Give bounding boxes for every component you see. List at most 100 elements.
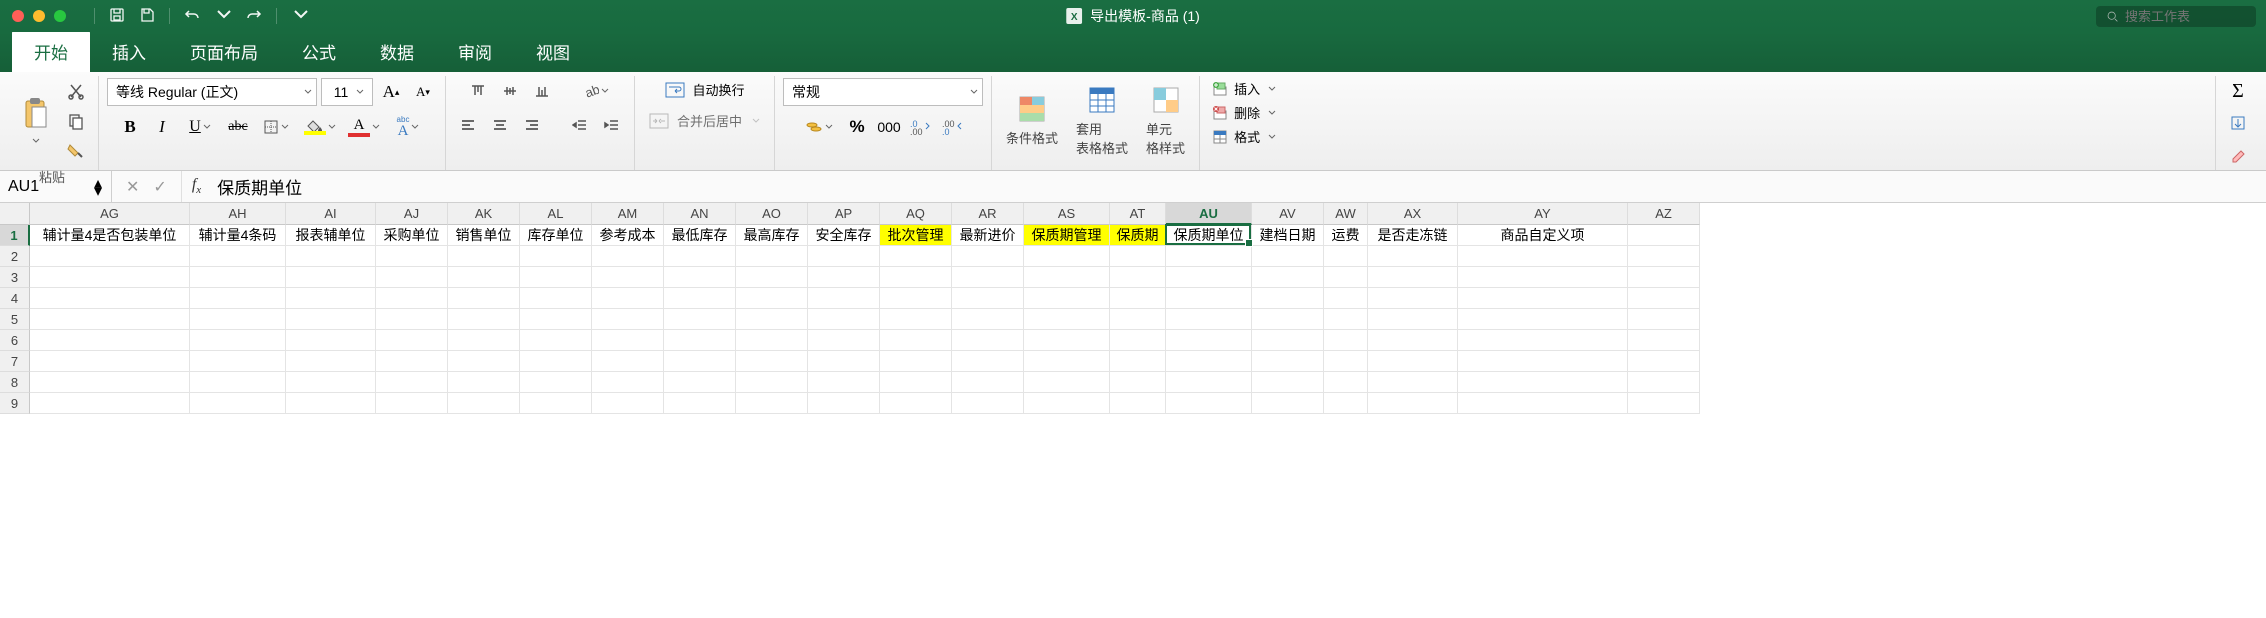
column-header-AW[interactable]: AW xyxy=(1324,203,1368,225)
column-header-AG[interactable]: AG xyxy=(30,203,190,225)
cell-AM6[interactable] xyxy=(592,330,664,351)
align-top-button[interactable] xyxy=(464,78,492,104)
cell-AL2[interactable] xyxy=(520,246,592,267)
autosave-icon[interactable] xyxy=(109,7,125,26)
column-header-AX[interactable]: AX xyxy=(1368,203,1458,225)
undo-icon[interactable] xyxy=(184,7,200,26)
cell-AT9[interactable] xyxy=(1110,393,1166,414)
cell-AP8[interactable] xyxy=(808,372,880,393)
cell-AG9[interactable] xyxy=(30,393,190,414)
row-header-5[interactable]: 5 xyxy=(0,309,30,330)
cell-AW7[interactable] xyxy=(1324,351,1368,372)
cell-AS2[interactable] xyxy=(1024,246,1110,267)
cell-AG1[interactable]: 辅计量4是否包装单位 xyxy=(30,225,190,246)
font-name-combo[interactable]: 等线 Regular (正文) xyxy=(107,78,317,106)
format-painter-button[interactable] xyxy=(62,138,90,164)
cell-AT2[interactable] xyxy=(1110,246,1166,267)
cell-AO4[interactable] xyxy=(736,288,808,309)
cell-AZ3[interactable] xyxy=(1628,267,1700,288)
cell-AR1[interactable]: 最新进价 xyxy=(952,225,1024,246)
cell-AH8[interactable] xyxy=(190,372,286,393)
cell-AN9[interactable] xyxy=(664,393,736,414)
cell-AT3[interactable] xyxy=(1110,267,1166,288)
cell-AV3[interactable] xyxy=(1252,267,1324,288)
font-color-button[interactable]: A xyxy=(344,114,384,140)
cell-AN6[interactable] xyxy=(664,330,736,351)
cell-AW8[interactable] xyxy=(1324,372,1368,393)
cell-AO1[interactable]: 最高库存 xyxy=(736,225,808,246)
qat-customize[interactable] xyxy=(291,7,309,26)
cell-AJ7[interactable] xyxy=(376,351,448,372)
cell-AX6[interactable] xyxy=(1368,330,1458,351)
cell-AZ6[interactable] xyxy=(1628,330,1700,351)
decrease-decimal-button[interactable]: .00.0 xyxy=(939,114,967,140)
font-size-combo[interactable]: 11 xyxy=(321,78,373,106)
cell-AX4[interactable] xyxy=(1368,288,1458,309)
cell-AZ9[interactable] xyxy=(1628,393,1700,414)
cell-AN8[interactable] xyxy=(664,372,736,393)
cell-AX3[interactable] xyxy=(1368,267,1458,288)
cell-AX8[interactable] xyxy=(1368,372,1458,393)
column-header-AR[interactable]: AR xyxy=(952,203,1024,225)
cell-AQ4[interactable] xyxy=(880,288,952,309)
row-header-4[interactable]: 4 xyxy=(0,288,30,309)
cell-AV7[interactable] xyxy=(1252,351,1324,372)
phonetic-button[interactable]: abcA xyxy=(388,114,428,140)
cell-AY1[interactable]: 商品自定义项 xyxy=(1458,225,1628,246)
cell-AR4[interactable] xyxy=(952,288,1024,309)
cell-AU5[interactable] xyxy=(1166,309,1252,330)
undo-menu[interactable] xyxy=(214,7,232,26)
cell-AS7[interactable] xyxy=(1024,351,1110,372)
cell-AL3[interactable] xyxy=(520,267,592,288)
cell-AY9[interactable] xyxy=(1458,393,1628,414)
cell-AJ4[interactable] xyxy=(376,288,448,309)
cell-AL6[interactable] xyxy=(520,330,592,351)
cell-AU2[interactable] xyxy=(1166,246,1252,267)
cell-AT6[interactable] xyxy=(1110,330,1166,351)
cell-AH6[interactable] xyxy=(190,330,286,351)
cell-AX7[interactable] xyxy=(1368,351,1458,372)
fill-color-button[interactable] xyxy=(300,114,340,140)
column-header-AZ[interactable]: AZ xyxy=(1628,203,1700,225)
cell-AN4[interactable] xyxy=(664,288,736,309)
cell-AT4[interactable] xyxy=(1110,288,1166,309)
cell-AG5[interactable] xyxy=(30,309,190,330)
increase-indent-button[interactable] xyxy=(598,112,626,138)
cell-AZ1[interactable] xyxy=(1628,225,1700,246)
cell-AT1[interactable]: 保质期 xyxy=(1110,225,1166,246)
cell-AX9[interactable] xyxy=(1368,393,1458,414)
cell-AU7[interactable] xyxy=(1166,351,1252,372)
cell-AJ3[interactable] xyxy=(376,267,448,288)
cell-AK9[interactable] xyxy=(448,393,520,414)
cell-AO7[interactable] xyxy=(736,351,808,372)
cell-AJ9[interactable] xyxy=(376,393,448,414)
cell-AW3[interactable] xyxy=(1324,267,1368,288)
column-header-AO[interactable]: AO xyxy=(736,203,808,225)
merge-center-button[interactable]: 合并后居中 xyxy=(643,109,766,132)
cell-AH5[interactable] xyxy=(190,309,286,330)
cell-AQ3[interactable] xyxy=(880,267,952,288)
cell-AI5[interactable] xyxy=(286,309,376,330)
cell-AU1[interactable]: 保质期单位 xyxy=(1166,225,1252,246)
align-center-button[interactable] xyxy=(486,112,514,138)
cell-AI4[interactable] xyxy=(286,288,376,309)
cell-AM9[interactable] xyxy=(592,393,664,414)
tab-review[interactable]: 审阅 xyxy=(436,30,514,72)
cell-AV1[interactable]: 建档日期 xyxy=(1252,225,1324,246)
row-header-7[interactable]: 7 xyxy=(0,351,30,372)
cell-AJ6[interactable] xyxy=(376,330,448,351)
cell-AS5[interactable] xyxy=(1024,309,1110,330)
cell-AU4[interactable] xyxy=(1166,288,1252,309)
cell-AP3[interactable] xyxy=(808,267,880,288)
cell-AN3[interactable] xyxy=(664,267,736,288)
minimize-window[interactable] xyxy=(33,10,45,22)
cell-AK1[interactable]: 销售单位 xyxy=(448,225,520,246)
cell-AL5[interactable] xyxy=(520,309,592,330)
cell-AJ1[interactable]: 采购单位 xyxy=(376,225,448,246)
cell-AN7[interactable] xyxy=(664,351,736,372)
cell-AW2[interactable] xyxy=(1324,246,1368,267)
cell-AW9[interactable] xyxy=(1324,393,1368,414)
cell-AY7[interactable] xyxy=(1458,351,1628,372)
cell-AL8[interactable] xyxy=(520,372,592,393)
cell-AV8[interactable] xyxy=(1252,372,1324,393)
